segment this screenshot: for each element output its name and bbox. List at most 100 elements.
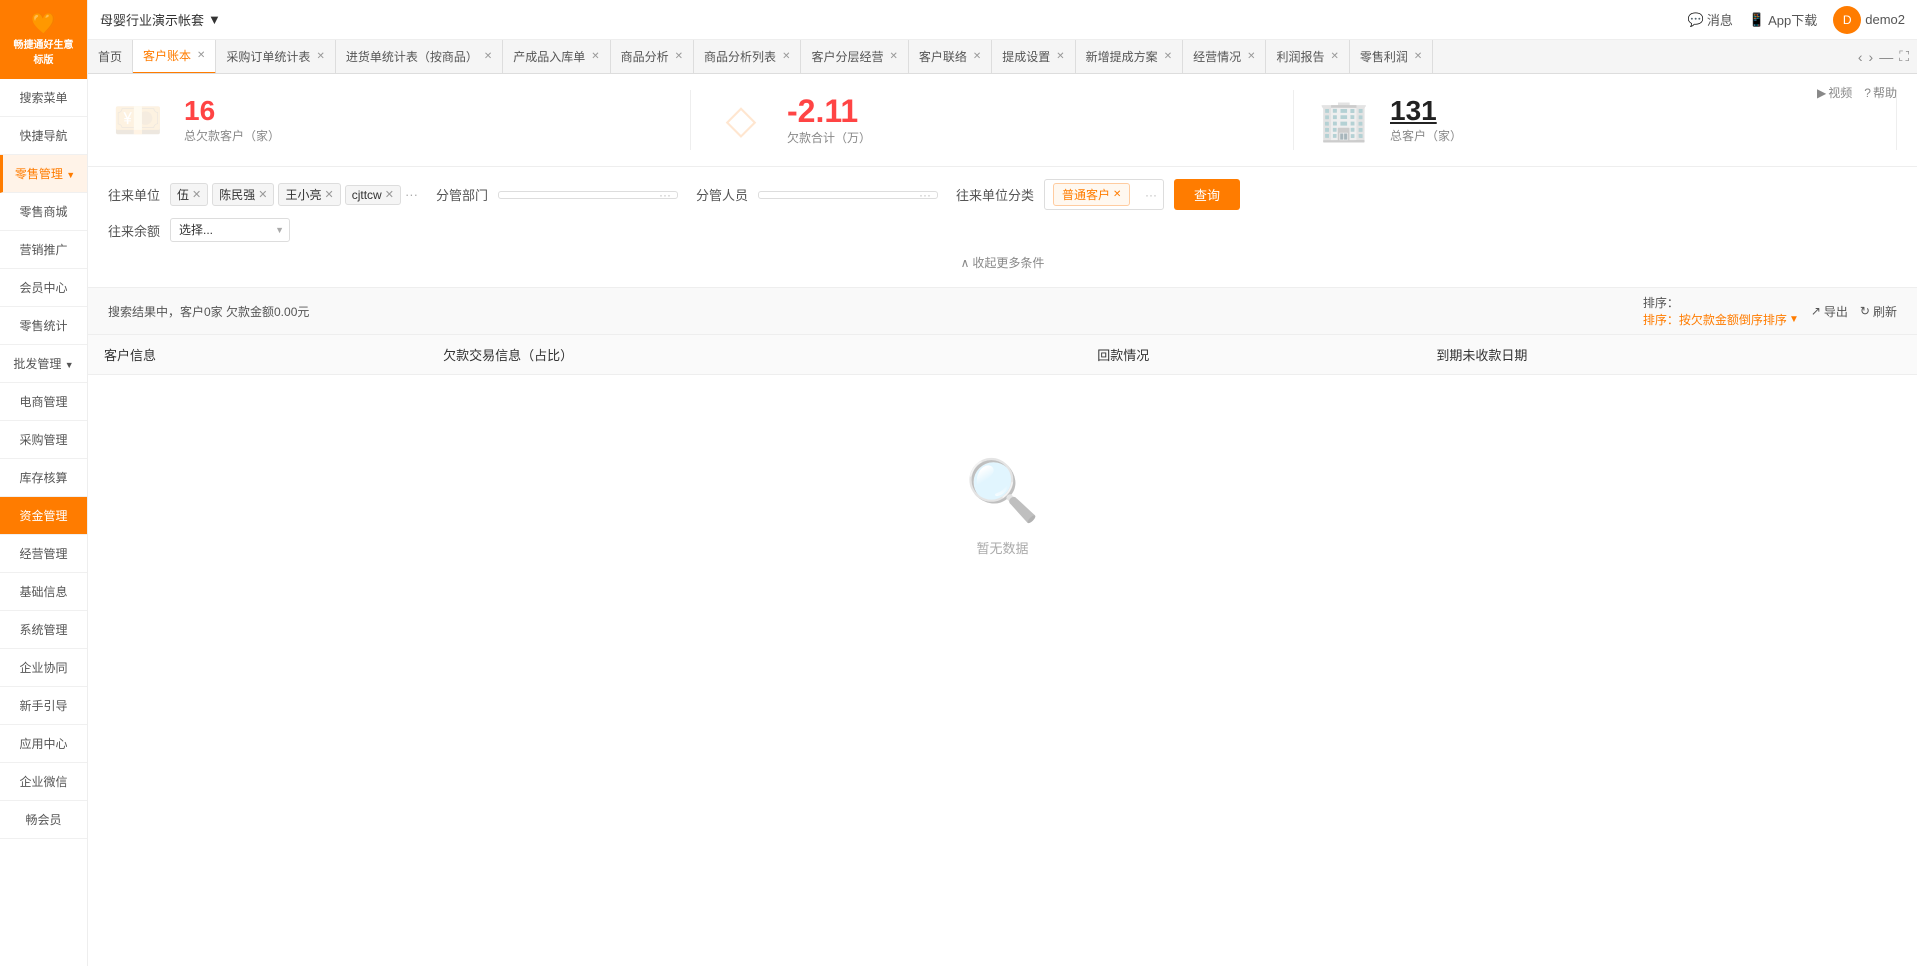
tab-close-8[interactable]: ✕ bbox=[973, 51, 981, 62]
tab-label-10: 新增提成方案 bbox=[1086, 48, 1158, 65]
category-input[interactable]: 普通客户 ✕ bbox=[1044, 179, 1164, 210]
remove-chen-tag[interactable]: ✕ bbox=[258, 188, 267, 201]
sidebar-item-14[interactable]: 系统管理 bbox=[0, 611, 87, 649]
workspace-dropdown-icon: ▼ bbox=[208, 12, 221, 27]
tab-close-9[interactable]: ✕ bbox=[1056, 51, 1064, 62]
sidebar-item-15[interactable]: 企业协同 bbox=[0, 649, 87, 687]
tab-label-13: 零售利润 bbox=[1360, 48, 1408, 65]
tab-2[interactable]: 采购订单统计表✕ bbox=[216, 40, 335, 74]
tab-9[interactable]: 提成设置 ✕ bbox=[992, 40, 1075, 74]
more-tags-icon[interactable]: ··· bbox=[405, 187, 418, 202]
sidebar-item-8[interactable]: 电商管理 bbox=[0, 383, 87, 421]
help-link[interactable]: ? 帮助 bbox=[1864, 84, 1897, 101]
stat-info-debt: -2.11 欠款合计（万） bbox=[787, 95, 871, 146]
video-link[interactable]: ▶ 视频 bbox=[1817, 84, 1852, 101]
sidebar-item-17[interactable]: 应用中心 bbox=[0, 725, 87, 763]
sort-select[interactable]: 排序：按欠款金额倒序排序 ▼ bbox=[1643, 311, 1799, 328]
tab-6[interactable]: 商品分析列表✕ bbox=[694, 40, 801, 74]
message-icon: 💬 bbox=[1688, 12, 1704, 28]
tab-close-6[interactable]: ✕ bbox=[782, 51, 790, 62]
sidebar-item-1[interactable]: 快捷导航 bbox=[0, 117, 87, 155]
balance-select[interactable]: 选择... bbox=[170, 218, 290, 242]
results-summary: 搜索结果中，客户0家 欠款金额0.00元 bbox=[108, 303, 309, 320]
tab-8[interactable]: 客户联络✕ bbox=[909, 40, 992, 74]
stat-icon-money: 💴 bbox=[108, 90, 168, 150]
sort-chevron-icon: ▼ bbox=[1789, 314, 1799, 325]
sidebar-item-6[interactable]: 零售统计 bbox=[0, 307, 87, 345]
filter-row-1: 往来单位 伍 ✕ 陈民强 ✕ 王小亮 ✕ cjttcw bbox=[108, 179, 1897, 210]
tab-close-1[interactable]: ✕ bbox=[197, 50, 205, 61]
sidebar-item-13[interactable]: 基础信息 bbox=[0, 573, 87, 611]
balance-label: 往来余额 bbox=[108, 221, 160, 240]
tab-next-icon[interactable]: › bbox=[1869, 49, 1874, 65]
tab-5[interactable]: 商品分析 ✕ bbox=[611, 40, 694, 74]
tab-12[interactable]: 利润报告 ✕ bbox=[1266, 40, 1349, 74]
tab-label-9: 提成设置 bbox=[1002, 48, 1050, 65]
tab-13[interactable]: 零售利润 ✕ bbox=[1350, 40, 1433, 74]
tab-close-10[interactable]: ✕ bbox=[1164, 51, 1172, 62]
sidebar-item-3[interactable]: 零售商城 bbox=[0, 193, 87, 231]
sidebar-item-5[interactable]: 会员中心 bbox=[0, 269, 87, 307]
person-input[interactable] bbox=[758, 191, 938, 199]
sidebar-item-19[interactable]: 畅会员 bbox=[0, 801, 87, 839]
query-button[interactable]: 查询 bbox=[1174, 179, 1240, 210]
tab-close-2[interactable]: ✕ bbox=[316, 51, 324, 62]
tab-minimize-icon[interactable]: — bbox=[1879, 49, 1893, 65]
tab-label-1: 客户账本 bbox=[143, 47, 191, 64]
tab-3[interactable]: 进货单统计表（按商品）✕ bbox=[336, 40, 503, 74]
tab-close-12[interactable]: ✕ bbox=[1331, 51, 1339, 62]
tab-close-3[interactable]: ✕ bbox=[484, 51, 492, 62]
tab-maximize-icon[interactable]: ⛶ bbox=[1899, 48, 1909, 65]
tab-close-13[interactable]: ✕ bbox=[1414, 51, 1422, 62]
tab-label-5: 商品分析 bbox=[621, 48, 669, 65]
messages-link[interactable]: 💬 消息 bbox=[1688, 10, 1733, 29]
sidebar-item-10[interactable]: 库存核算 bbox=[0, 459, 87, 497]
sidebar-item-2[interactable]: 零售管理 ▼ bbox=[0, 155, 87, 193]
sidebar-item-16[interactable]: 新手引导 bbox=[0, 687, 87, 725]
sidebar-item-9[interactable]: 采购管理 bbox=[0, 421, 87, 459]
collapse-button[interactable]: ∧ 收起更多条件 bbox=[961, 254, 1045, 271]
user-name: demo2 bbox=[1865, 12, 1905, 27]
data-table: 客户信息 欠款交易信息（占比） 回款情况 到期未收款日期 bbox=[88, 335, 1917, 375]
unit-label: 往来单位 bbox=[108, 185, 160, 204]
tab-11[interactable]: 经营情况✕ bbox=[1183, 40, 1266, 74]
main-area: 母婴行业演示帐套 ▼ 💬 消息 📱 App下载 D demo2 首页客户账本✕采… bbox=[88, 0, 1917, 966]
sidebar-item-11[interactable]: 资金管理 bbox=[0, 497, 87, 535]
tab-close-4[interactable]: ✕ bbox=[591, 51, 599, 62]
help-links: ▶ 视频 ? 帮助 bbox=[1817, 84, 1897, 101]
tab-close-7[interactable]: ✕ bbox=[889, 51, 897, 62]
workspace-selector[interactable]: 母婴行业演示帐套 ▼ bbox=[100, 10, 221, 29]
tab-close-5[interactable]: ✕ bbox=[675, 51, 683, 62]
tab-0[interactable]: 首页 bbox=[88, 40, 133, 74]
sidebar-item-0[interactable]: 搜索菜单 bbox=[0, 79, 87, 117]
export-button[interactable]: ↗ 导出 bbox=[1811, 303, 1848, 320]
sidebar-item-7[interactable]: 批发管理 ▼ bbox=[0, 345, 87, 383]
stat-info-total: 131 总客户（家） bbox=[1390, 97, 1462, 144]
workspace-label: 母婴行业演示帐套 bbox=[100, 10, 204, 29]
tab-label-12: 利润报告 bbox=[1276, 48, 1324, 65]
tab-prev-icon[interactable]: ‹ bbox=[1858, 49, 1863, 65]
sidebar-item-4[interactable]: 营销推广 bbox=[0, 231, 87, 269]
user-profile[interactable]: D demo2 bbox=[1833, 6, 1905, 34]
tab-label-7: 客户分层经营 bbox=[811, 48, 883, 65]
tab-4[interactable]: 产成品入库单✕ bbox=[503, 40, 610, 74]
tab-10[interactable]: 新增提成方案 ✕ bbox=[1076, 40, 1183, 74]
tab-1[interactable]: 客户账本 ✕ bbox=[133, 40, 216, 74]
stat-label-total: 总客户（家） bbox=[1390, 127, 1462, 144]
remove-category-tag[interactable]: ✕ bbox=[1113, 189, 1121, 200]
empty-state: 🔍 暂无数据 bbox=[88, 375, 1917, 637]
stat-block-debt: ◇ -2.11 欠款合计（万） bbox=[691, 90, 1294, 150]
sidebar-item-18[interactable]: 企业微信 bbox=[0, 763, 87, 801]
tab-controls: ‹ › — ⛶ bbox=[1850, 48, 1917, 65]
tab-7[interactable]: 客户分层经营 ✕ bbox=[801, 40, 908, 74]
remove-cjttcw-tag[interactable]: ✕ bbox=[385, 188, 394, 201]
topbar: 母婴行业演示帐套 ▼ 💬 消息 📱 App下载 D demo2 bbox=[88, 0, 1917, 40]
remove-wu-tag[interactable]: ✕ bbox=[192, 188, 201, 201]
tab-close-11[interactable]: ✕ bbox=[1247, 51, 1255, 62]
app-download-link[interactable]: 📱 App下载 bbox=[1749, 10, 1817, 29]
dept-input[interactable] bbox=[498, 191, 678, 199]
sidebar-item-12[interactable]: 经营管理 bbox=[0, 535, 87, 573]
refresh-button[interactable]: ↻ 刷新 bbox=[1860, 303, 1897, 320]
unit-tag-chen: 陈民强 ✕ bbox=[212, 183, 274, 206]
remove-wang-tag[interactable]: ✕ bbox=[325, 188, 334, 201]
